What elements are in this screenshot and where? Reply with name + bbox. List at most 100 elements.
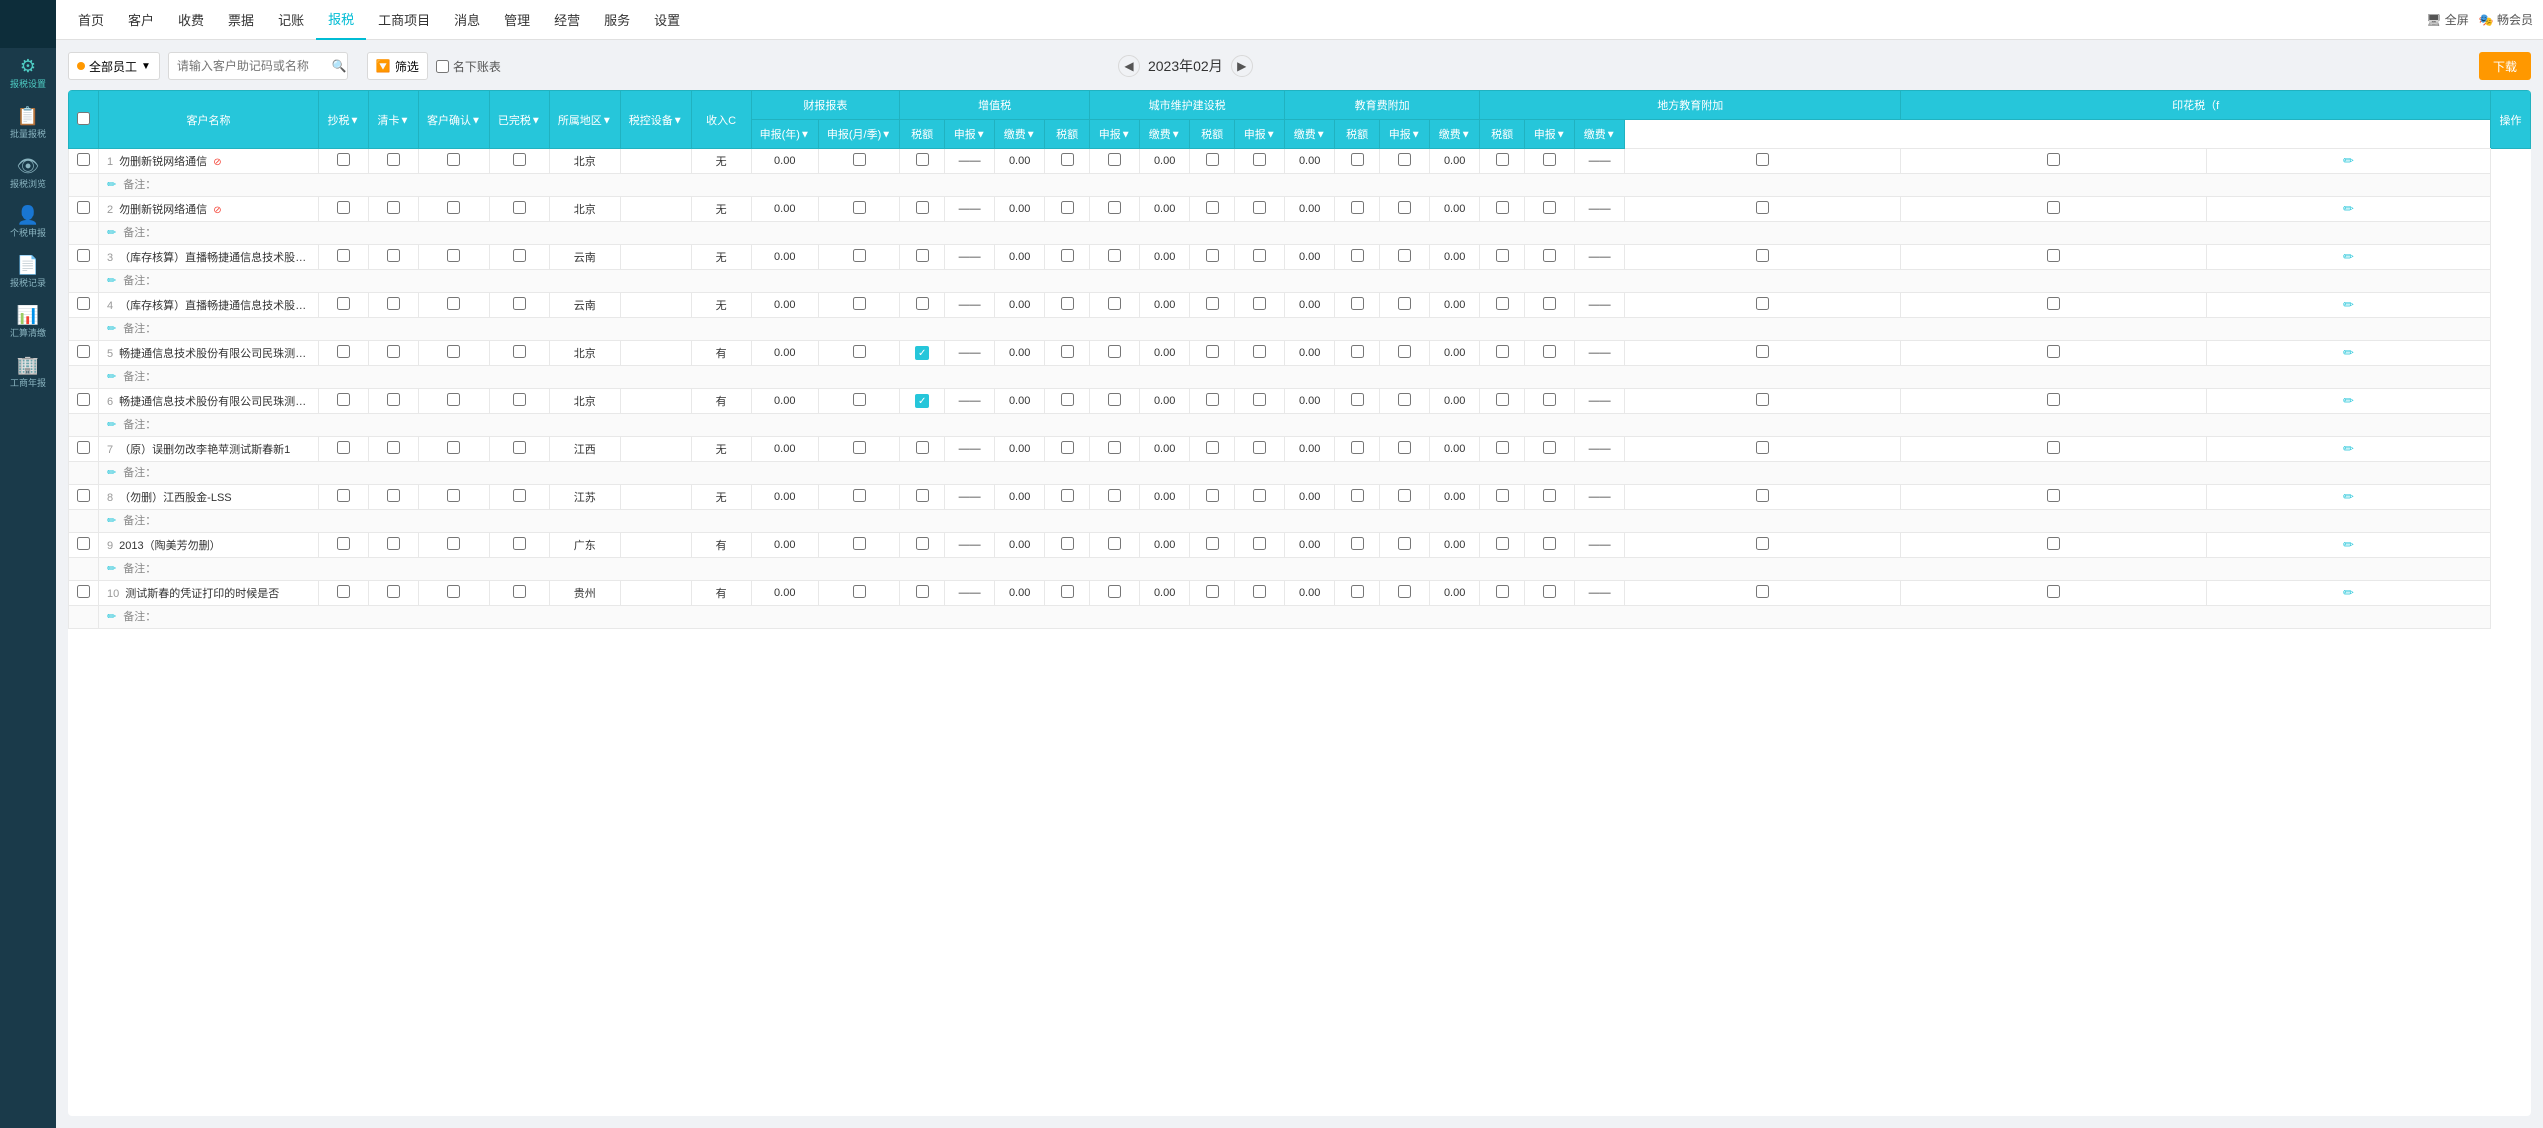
clear-card-check[interactable] [387, 585, 400, 598]
stamp-declare-check[interactable] [1756, 249, 1769, 262]
nav-billing[interactable]: 收费 [166, 0, 216, 40]
city-declare-check[interactable] [1206, 345, 1219, 358]
edu-declare-check[interactable] [1351, 297, 1364, 310]
fin-monthly-check[interactable] [916, 537, 929, 550]
filter-btn[interactable]: 🔽 筛选 [367, 52, 428, 80]
row-checkbox[interactable] [77, 345, 90, 358]
vat-fee-check[interactable] [1108, 441, 1121, 454]
nav-settings[interactable]: 设置 [642, 0, 692, 40]
fin-annual-check[interactable] [853, 297, 866, 310]
fin-monthly-check[interactable] [916, 297, 929, 310]
edit-icon[interactable]: ✏ [2343, 249, 2354, 264]
fin-annual-check[interactable] [853, 201, 866, 214]
fin-monthly-check[interactable] [916, 441, 929, 454]
remark-edit-icon[interactable]: ✏ [107, 515, 116, 527]
stamp-fee-check[interactable] [2047, 249, 2060, 262]
edu-fee-check[interactable] [1398, 297, 1411, 310]
vat-declare-check[interactable] [1061, 297, 1074, 310]
search-icon[interactable]: 🔍 [332, 59, 347, 73]
vat-declare-check[interactable] [1061, 585, 1074, 598]
sidebar-item-tax-settings[interactable]: ⚙ 报税设置 [0, 48, 56, 98]
edit-icon[interactable]: ✏ [2343, 585, 2354, 600]
edu-fee-check[interactable] [1398, 249, 1411, 262]
copy-tax-check[interactable] [337, 393, 350, 406]
copy-tax-check[interactable] [337, 153, 350, 166]
fin-annual-check[interactable] [853, 393, 866, 406]
city-declare-check[interactable] [1206, 249, 1219, 262]
row-checkbox[interactable] [77, 153, 90, 166]
copy-tax-check[interactable] [337, 201, 350, 214]
copy-tax-check[interactable] [337, 441, 350, 454]
stamp-fee-check[interactable] [2047, 297, 2060, 310]
fin-monthly-check[interactable] [916, 153, 929, 166]
remark-edit-icon[interactable]: ✏ [107, 419, 116, 431]
fin-annual-check[interactable] [853, 489, 866, 502]
row-checkbox[interactable] [77, 297, 90, 310]
fin-annual-check[interactable] [853, 249, 866, 262]
edit-icon[interactable]: ✏ [2343, 297, 2354, 312]
city-declare-check[interactable] [1206, 201, 1219, 214]
edit-icon[interactable]: ✏ [2343, 345, 2354, 360]
copy-tax-check[interactable] [337, 297, 350, 310]
stamp-declare-check[interactable] [1756, 441, 1769, 454]
stamp-fee-check[interactable] [2047, 345, 2060, 358]
edu-declare-check[interactable] [1351, 585, 1364, 598]
remark-edit-icon[interactable]: ✏ [107, 227, 116, 239]
vat-declare-check[interactable] [1061, 201, 1074, 214]
city-fee-check[interactable] [1253, 201, 1266, 214]
stamp-fee-check[interactable] [2047, 441, 2060, 454]
city-fee-check[interactable] [1253, 393, 1266, 406]
fin-annual-check[interactable] [853, 585, 866, 598]
sidebar-item-tax-record[interactable]: 📄 报税记录 [0, 247, 56, 297]
clear-card-check[interactable] [387, 297, 400, 310]
nav-operation[interactable]: 经营 [542, 0, 592, 40]
clear-card-check[interactable] [387, 345, 400, 358]
nav-invoice[interactable]: 票据 [216, 0, 266, 40]
city-fee-check[interactable] [1253, 297, 1266, 310]
fin-annual-check[interactable] [853, 345, 866, 358]
local-fee-check[interactable] [1543, 153, 1556, 166]
clear-card-check[interactable] [387, 441, 400, 454]
remark-edit-icon[interactable]: ✏ [107, 563, 116, 575]
local-fee-check[interactable] [1543, 441, 1556, 454]
copy-tax-check[interactable] [337, 489, 350, 502]
vat-declare-check[interactable] [1061, 489, 1074, 502]
row-checkbox[interactable] [77, 441, 90, 454]
next-period-btn[interactable]: ▶ [1231, 55, 1253, 77]
local-declare-check[interactable] [1496, 153, 1509, 166]
stamp-declare-check[interactable] [1756, 537, 1769, 550]
city-declare-check[interactable] [1206, 585, 1219, 598]
confirm-check[interactable] [447, 441, 460, 454]
edu-fee-check[interactable] [1398, 345, 1411, 358]
edit-icon[interactable]: ✏ [2343, 153, 2354, 168]
edu-fee-check[interactable] [1398, 585, 1411, 598]
vat-declare-check[interactable] [1061, 393, 1074, 406]
sidebar-item-personal-tax[interactable]: 👤 个税申报 [0, 197, 56, 247]
vat-declare-check[interactable] [1061, 249, 1074, 262]
row-checkbox[interactable] [77, 489, 90, 502]
edit-icon[interactable]: ✏ [2343, 201, 2354, 216]
paid-check[interactable] [513, 441, 526, 454]
vat-fee-check[interactable] [1108, 249, 1121, 262]
stamp-fee-check[interactable] [2047, 489, 2060, 502]
row-checkbox[interactable] [77, 393, 90, 406]
download-btn[interactable]: 下载 [2479, 52, 2531, 80]
clear-card-check[interactable] [387, 393, 400, 406]
stamp-fee-check[interactable] [2047, 585, 2060, 598]
fin-monthly-check[interactable] [916, 201, 929, 214]
vat-declare-check[interactable] [1061, 345, 1074, 358]
row-checkbox[interactable] [77, 585, 90, 598]
confirm-check[interactable] [447, 345, 460, 358]
edu-declare-check[interactable] [1351, 537, 1364, 550]
named-list-check[interactable] [436, 60, 449, 73]
search-input[interactable] [168, 52, 348, 80]
local-fee-check[interactable] [1543, 249, 1556, 262]
stamp-fee-check[interactable] [2047, 201, 2060, 214]
stamp-declare-check[interactable] [1756, 489, 1769, 502]
city-fee-check[interactable] [1253, 153, 1266, 166]
remark-edit-icon[interactable]: ✏ [107, 323, 116, 335]
fin-monthly-check[interactable] [916, 489, 929, 502]
sidebar-item-batch-tax[interactable]: 📋 批量报税 [0, 98, 56, 148]
clear-card-check[interactable] [387, 201, 400, 214]
edit-icon[interactable]: ✏ [2343, 489, 2354, 504]
